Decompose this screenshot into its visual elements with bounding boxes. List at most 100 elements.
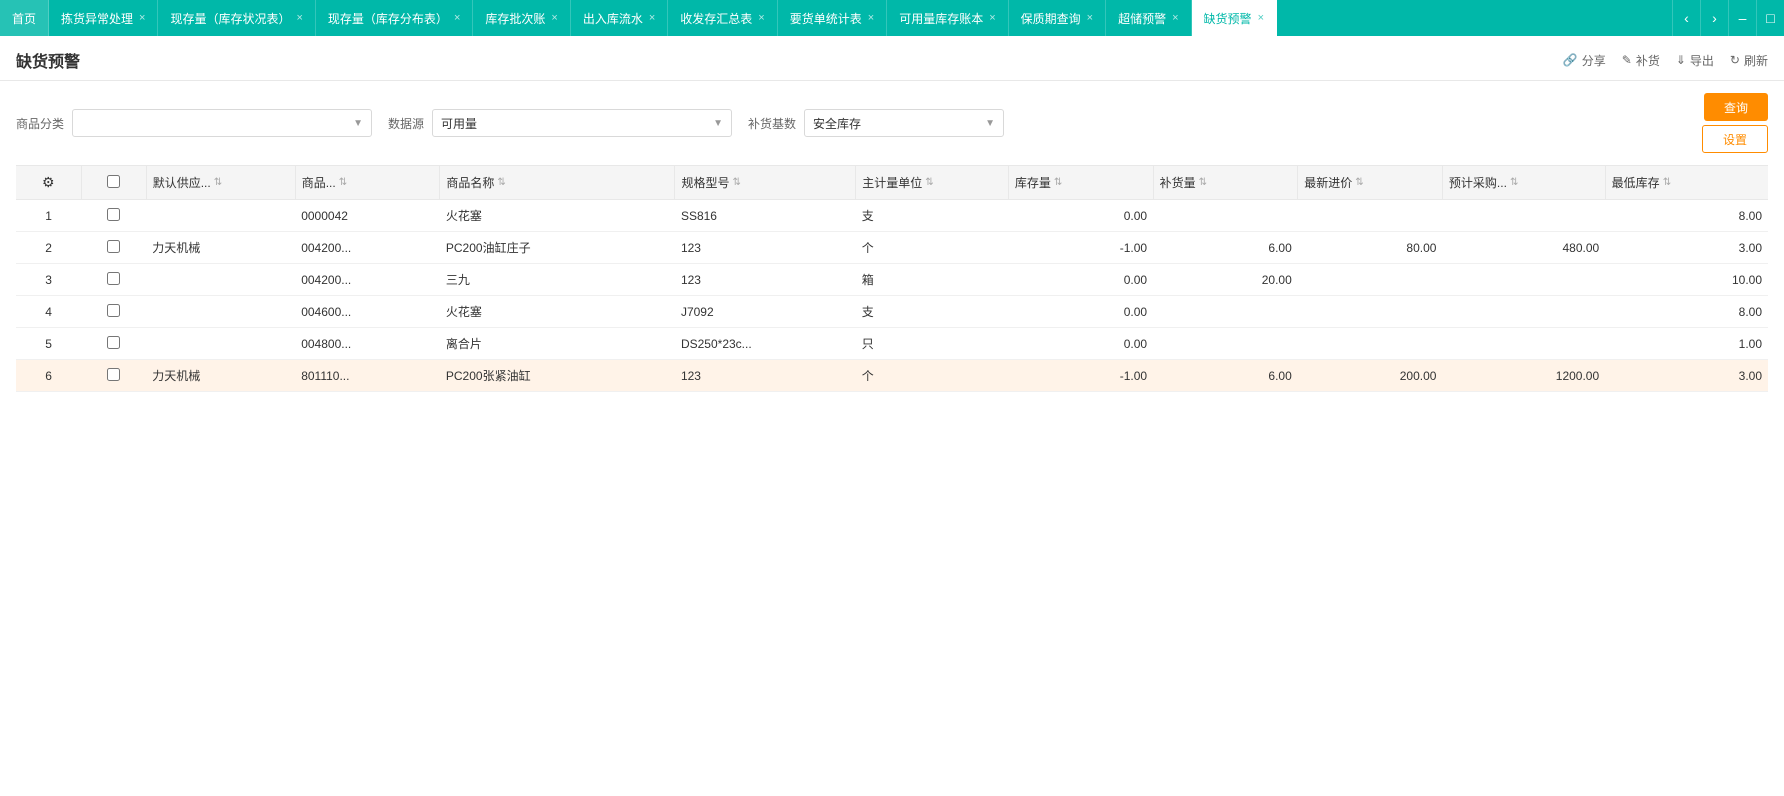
row-latest-price-0 [1298, 200, 1443, 232]
close-recv-summary-icon[interactable]: × [758, 12, 764, 24]
tab-order-stat[interactable]: 要货单统计表 × [778, 0, 887, 36]
tab-expiry-label: 保质期查询 [1021, 10, 1081, 27]
nav-next-button[interactable]: › [1700, 0, 1728, 36]
row-stock-4: 0.00 [1008, 328, 1153, 360]
close-order-stat-icon[interactable]: × [868, 12, 874, 24]
tab-overstock-label: 超储预警 [1118, 10, 1166, 27]
replenish-base-select[interactable]: 安全库存 ▼ [804, 109, 1004, 137]
replenish-base-dropdown-icon: ▼ [985, 118, 995, 129]
row-unit-4: 只 [856, 328, 1009, 360]
category-select[interactable]: ▼ [72, 109, 372, 137]
settings-button[interactable]: 设置 [1702, 125, 1768, 153]
th-est-purchase[interactable]: 预计采购... ⇅ [1442, 166, 1605, 200]
close-overstock-icon[interactable]: × [1172, 12, 1178, 24]
th-supplier-label: 默认供应... [153, 174, 211, 191]
tab-stock-dist[interactable]: 现存量（库存分布表） × [316, 0, 473, 36]
page-header: 缺货预警 🔗 分享 ✎ 补货 ⇓ 导出 ↻ 刷新 [0, 36, 1784, 81]
tab-order-stat-label: 要货单统计表 [790, 10, 862, 27]
close-avail-ledger-icon[interactable]: × [989, 12, 995, 24]
th-gear[interactable]: ⚙ [16, 166, 81, 200]
close-shortage-icon[interactable]: × [1258, 12, 1264, 24]
th-checkbox[interactable] [81, 166, 146, 200]
tab-overstock[interactable]: 超储预警 × [1106, 0, 1191, 36]
tab-pick-exception[interactable]: 拣货异常处理 × [49, 0, 158, 36]
table-row[interactable]: 3 004200... 三九 123 箱 0.00 20.00 10.00 [16, 264, 1768, 296]
export-icon: ⇓ [1676, 53, 1686, 67]
query-button[interactable]: 查询 [1704, 93, 1768, 121]
row-index-2: 3 [16, 264, 81, 296]
row-replenish-0 [1153, 200, 1298, 232]
row-latest-price-5: 200.00 [1298, 360, 1443, 392]
tab-stock-batch[interactable]: 库存批次账 × [473, 0, 570, 36]
th-unit[interactable]: 主计量单位 ⇅ [856, 166, 1009, 200]
th-code[interactable]: 商品... ⇅ [295, 166, 440, 200]
share-icon: 🔗 [1563, 53, 1578, 67]
replenish-label: 补货 [1636, 52, 1660, 69]
gear-icon[interactable]: ⚙ [42, 174, 55, 190]
nav-minimize-button[interactable]: – [1728, 0, 1756, 36]
datasource-dropdown-icon: ▼ [713, 118, 723, 129]
nav-prev-button[interactable]: ‹ [1672, 0, 1700, 36]
close-in-out-flow-icon[interactable]: × [649, 12, 655, 24]
close-stock-status-icon[interactable]: × [296, 12, 302, 24]
row-checkbox-3[interactable] [81, 296, 146, 328]
row-checkbox-1[interactable] [81, 232, 146, 264]
row-code-5: 801110... [295, 360, 440, 392]
refresh-button[interactable]: ↻ 刷新 [1730, 52, 1768, 69]
th-name[interactable]: 商品名称 ⇅ [440, 166, 675, 200]
row-checkbox-4[interactable] [81, 328, 146, 360]
th-min-stock[interactable]: 最低库存 ⇅ [1605, 166, 1768, 200]
row-latest-price-1: 80.00 [1298, 232, 1443, 264]
min-stock-sort-icon: ⇅ [1663, 177, 1671, 188]
table-row[interactable]: 6 力天机械 801110... PC200张紧油缸 123 个 -1.00 6… [16, 360, 1768, 392]
code-sort-icon: ⇅ [339, 177, 347, 188]
export-label: 导出 [1690, 52, 1714, 69]
tab-stock-status[interactable]: 现存量（库存状况表） × [158, 0, 315, 36]
th-stock[interactable]: 库存量 ⇅ [1008, 166, 1153, 200]
close-stock-batch-icon[interactable]: × [551, 12, 557, 24]
stock-sort-icon: ⇅ [1054, 177, 1062, 188]
row-name-2: 三九 [440, 264, 675, 296]
row-est-purchase-1: 480.00 [1442, 232, 1605, 264]
table-row[interactable]: 2 力天机械 004200... PC200油缸庄子 123 个 -1.00 6… [16, 232, 1768, 264]
tab-avail-ledger[interactable]: 可用量库存账本 × [887, 0, 1008, 36]
row-stock-1: -1.00 [1008, 232, 1153, 264]
nav-arrows: ‹ › – □ [1672, 0, 1784, 36]
row-code-1: 004200... [295, 232, 440, 264]
th-replenish[interactable]: 补货量 ⇅ [1153, 166, 1298, 200]
row-checkbox-5[interactable] [81, 360, 146, 392]
table-row[interactable]: 4 004600... 火花塞 J7092 支 0.00 8.00 [16, 296, 1768, 328]
table-row[interactable]: 1 0000042 火花塞 SS816 支 0.00 8.00 [16, 200, 1768, 232]
row-checkbox-2[interactable] [81, 264, 146, 296]
th-name-label: 商品名称 [446, 174, 494, 191]
row-checkbox-0[interactable] [81, 200, 146, 232]
nav-maximize-button[interactable]: □ [1756, 0, 1784, 36]
th-spec[interactable]: 规格型号 ⇅ [675, 166, 856, 200]
row-spec-5: 123 [675, 360, 856, 392]
row-est-purchase-5: 1200.00 [1442, 360, 1605, 392]
row-supplier-1: 力天机械 [146, 232, 295, 264]
table-row[interactable]: 5 004800... 离合片 DS250*23c... 只 0.00 1.00 [16, 328, 1768, 360]
close-expiry-icon[interactable]: × [1087, 12, 1093, 24]
th-code-label: 商品... [302, 174, 336, 191]
tab-in-out-flow[interactable]: 出入库流水 × [571, 0, 668, 36]
close-pick-exception-icon[interactable]: × [139, 12, 145, 24]
tab-recv-summary[interactable]: 收发存汇总表 × [668, 0, 777, 36]
th-est-purchase-label: 预计采购... [1449, 174, 1507, 191]
th-supplier[interactable]: 默认供应... ⇅ [146, 166, 295, 200]
row-replenish-2: 20.00 [1153, 264, 1298, 296]
th-latest-price[interactable]: 最新进价 ⇅ [1298, 166, 1443, 200]
share-button[interactable]: 🔗 分享 [1563, 52, 1606, 69]
export-button[interactable]: ⇓ 导出 [1676, 52, 1714, 69]
row-replenish-4 [1153, 328, 1298, 360]
select-all-checkbox[interactable] [107, 175, 120, 188]
tab-expiry[interactable]: 保质期查询 × [1009, 0, 1106, 36]
row-code-4: 004800... [295, 328, 440, 360]
replenish-button[interactable]: ✎ 补货 [1622, 52, 1660, 69]
datasource-select[interactable]: 可用量 ▼ [432, 109, 732, 137]
row-min-stock-0: 8.00 [1605, 200, 1768, 232]
tab-home[interactable]: 首页 [0, 0, 49, 36]
row-stock-0: 0.00 [1008, 200, 1153, 232]
close-stock-dist-icon[interactable]: × [454, 12, 460, 24]
tab-shortage[interactable]: 缺货预警 × [1192, 0, 1277, 36]
